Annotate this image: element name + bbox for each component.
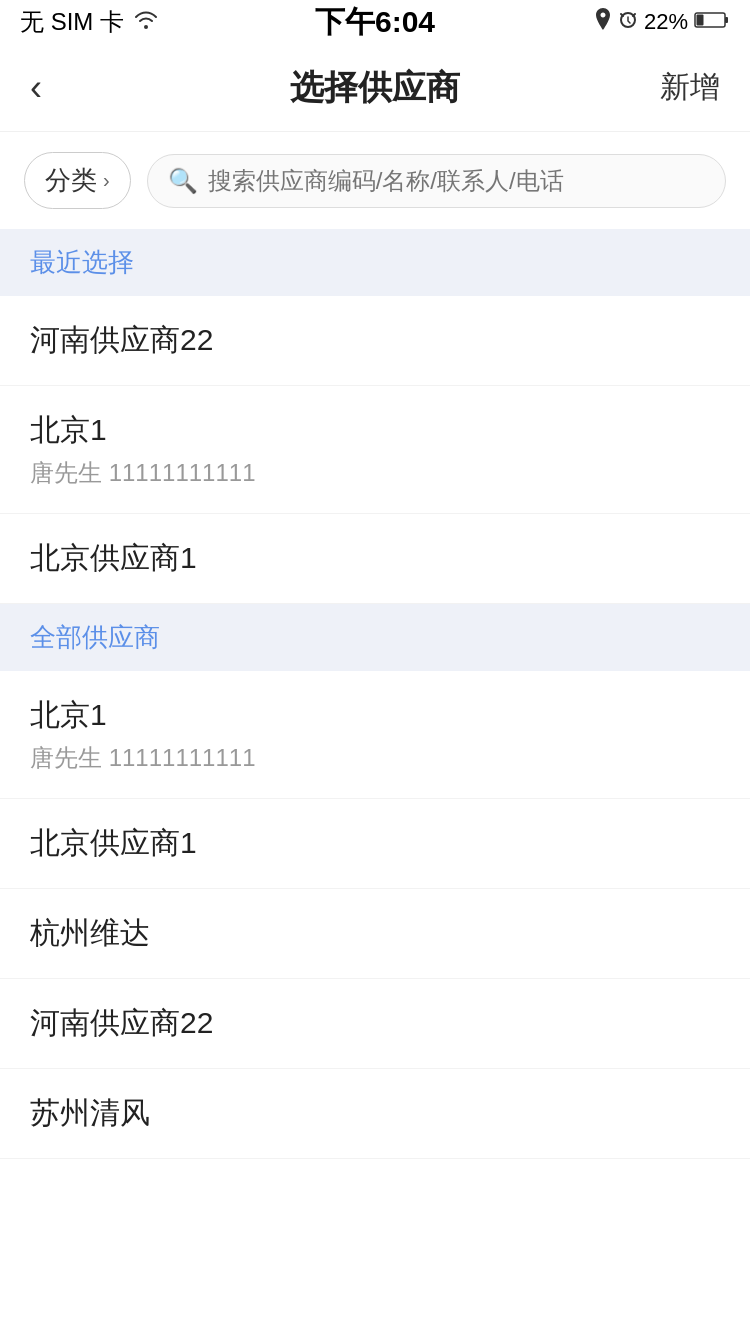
back-button[interactable]: ‹ [30, 67, 90, 109]
list-item[interactable]: 杭州维达 [0, 889, 750, 979]
status-time: 下午6:04 [315, 2, 435, 43]
chevron-right-icon: › [103, 169, 110, 192]
search-icon: 🔍 [168, 167, 198, 195]
item-sub: 唐先生 11111111111 [30, 457, 720, 489]
item-name: 北京供应商1 [30, 538, 720, 579]
search-box[interactable]: 🔍 [147, 154, 726, 208]
battery-icon [694, 9, 730, 35]
recent-section-header: 最近选择 [0, 229, 750, 296]
list-item[interactable]: 北京1 唐先生 11111111111 [0, 386, 750, 514]
recent-items-list: 河南供应商22 北京1 唐先生 11111111111 北京供应商1 [0, 296, 750, 604]
all-section-header: 全部供应商 [0, 604, 750, 671]
status-bar: 无 SIM 卡 下午6:04 22% [0, 0, 750, 44]
search-input[interactable] [208, 167, 705, 195]
list-item[interactable]: 北京1 唐先生 11111111111 [0, 671, 750, 799]
item-name: 河南供应商22 [30, 320, 720, 361]
item-name: 苏州清风 [30, 1093, 720, 1134]
item-name: 北京1 [30, 410, 720, 451]
carrier-text: 无 SIM 卡 [20, 6, 124, 38]
all-section-label: 全部供应商 [30, 622, 160, 652]
add-button[interactable]: 新增 [660, 67, 720, 108]
page-title: 选择供应商 [290, 65, 460, 111]
all-items-list: 北京1 唐先生 11111111111 北京供应商1 杭州维达河南供应商22 苏州清风 [0, 671, 750, 1159]
list-item[interactable]: 北京供应商1 [0, 799, 750, 889]
recent-section-label: 最近选择 [30, 247, 134, 277]
nav-bar: ‹ 选择供应商 新增 [0, 44, 750, 132]
svg-rect-3 [697, 15, 704, 26]
status-left: 无 SIM 卡 [20, 6, 160, 38]
list-item[interactable]: 河南供应商22 [0, 979, 750, 1069]
item-sub: 唐先生 11111111111 [30, 742, 720, 774]
item-name: 河南供应商22 [30, 1003, 720, 1044]
filter-bar: 分类 › 🔍 [0, 132, 750, 229]
location-icon [594, 8, 612, 36]
battery-text: 22% [644, 9, 688, 35]
list-item[interactable]: 苏州清风 [0, 1069, 750, 1159]
svg-rect-2 [725, 17, 728, 23]
status-right: 22% [594, 8, 730, 36]
item-name: 北京供应商1 [30, 823, 720, 864]
alarm-icon [618, 9, 638, 35]
item-name: 北京1 [30, 695, 720, 736]
item-name: 杭州维达 [30, 913, 720, 954]
list-item[interactable]: 北京供应商1 [0, 514, 750, 604]
wifi-icon [132, 8, 160, 36]
category-button[interactable]: 分类 › [24, 152, 131, 209]
list-item[interactable]: 河南供应商22 [0, 296, 750, 386]
category-label: 分类 [45, 163, 97, 198]
